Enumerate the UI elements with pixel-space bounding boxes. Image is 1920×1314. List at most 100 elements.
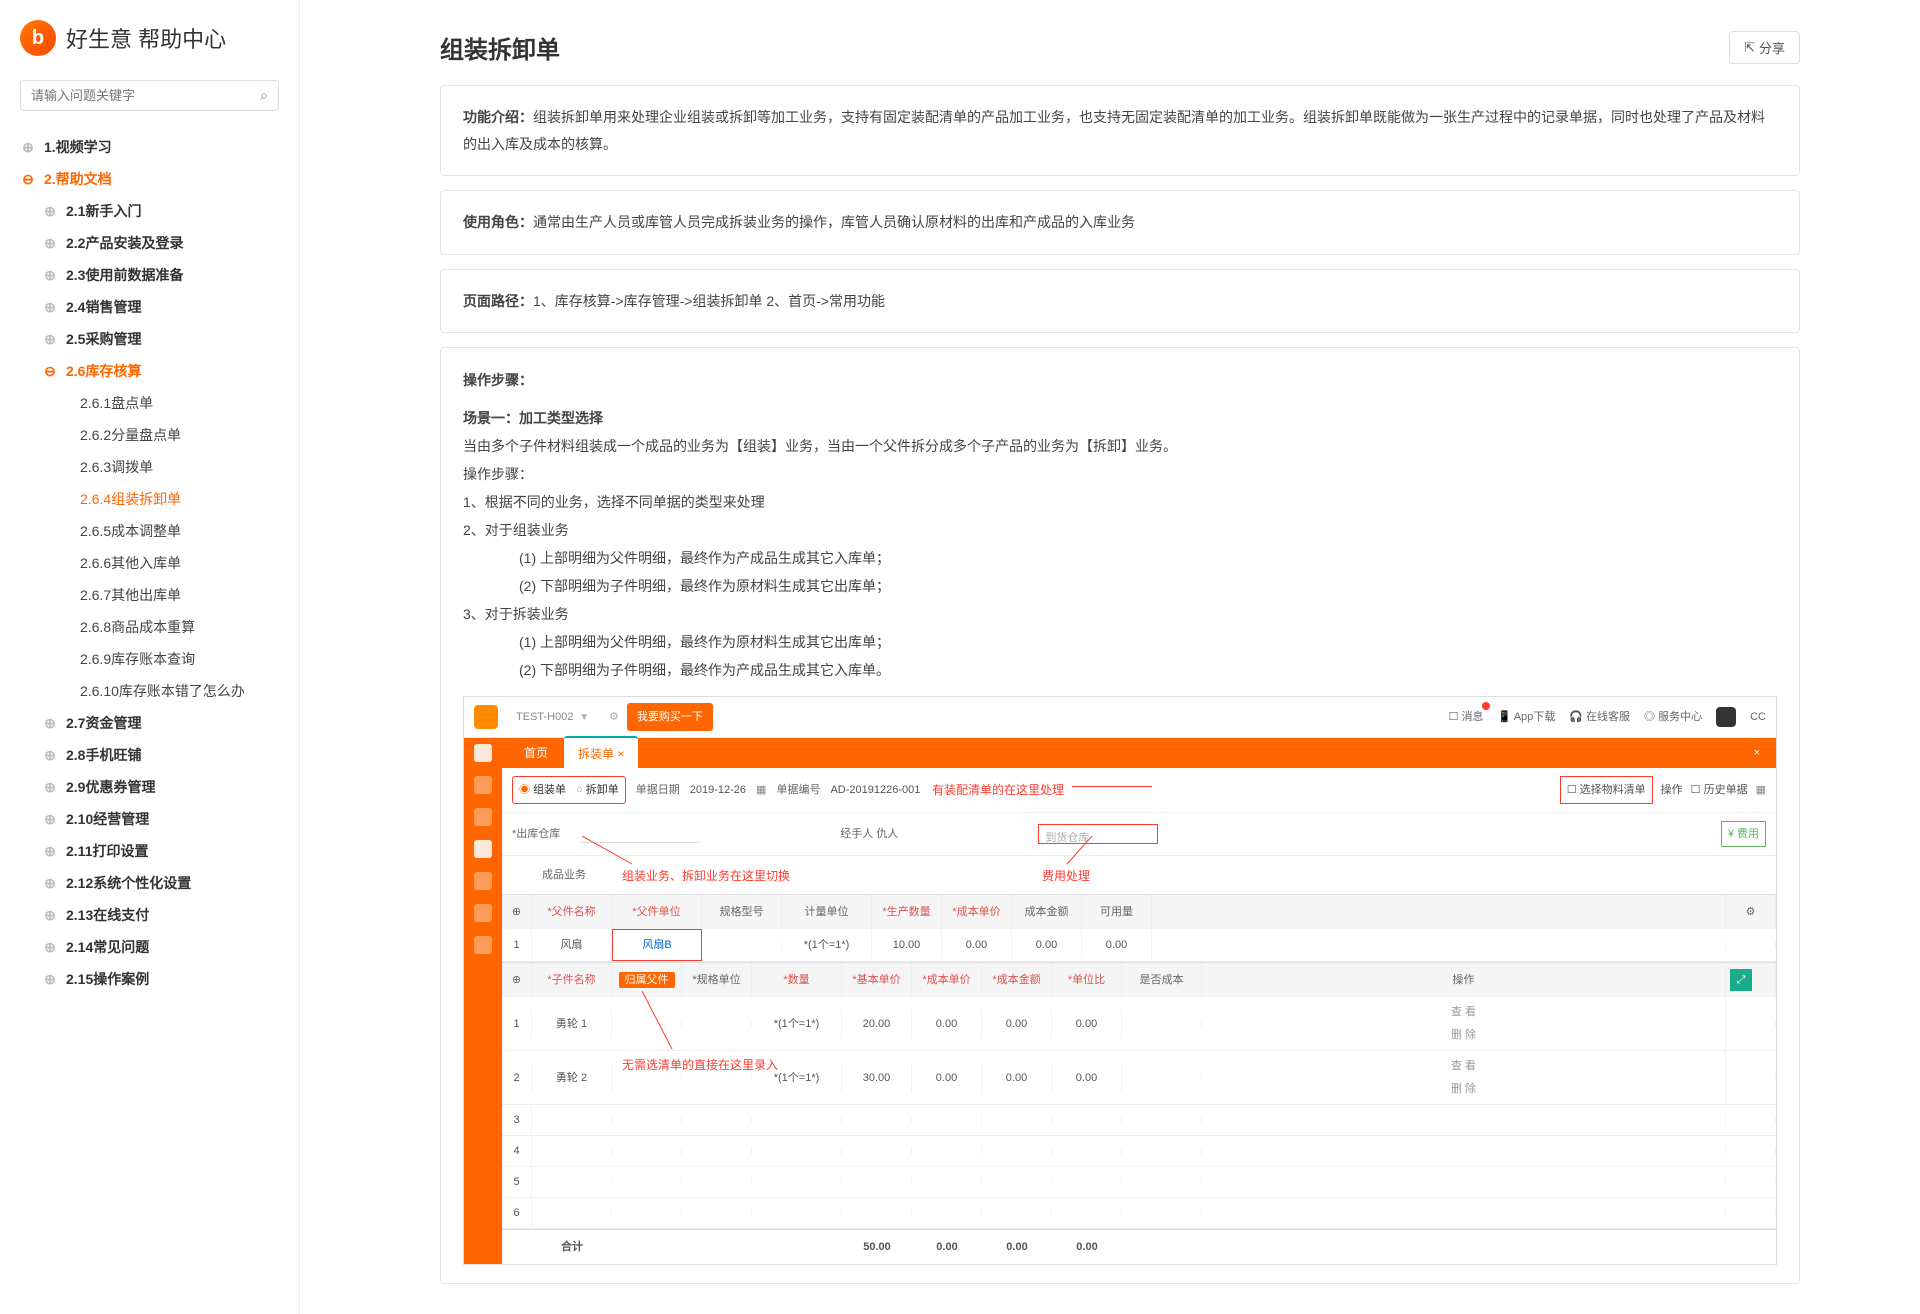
calendar-icon[interactable]: ▦	[756, 779, 766, 801]
th: *父件名称	[532, 895, 612, 929]
radio-assemble[interactable]: 组装单	[519, 779, 566, 801]
nav-2-13[interactable]: ⊕2.13在线支付	[20, 899, 279, 931]
bag-icon[interactable]	[474, 840, 492, 858]
table-row: 3	[502, 1105, 1776, 1136]
ss-tabs: 首页 拆装单 × ×	[502, 738, 1776, 768]
nav-2-6[interactable]: ⊖2.6库存核算	[20, 355, 279, 387]
arrow-icon	[1062, 836, 1102, 866]
role-text: 通常由生产人员或库管人员完成拆装业务的操作，库管人员确认原材料的出库和产成品的入…	[533, 214, 1135, 230]
nav-tree: ⊕1.视频学习 ⊖2.帮助文档 ⊕2.1新手入门 ⊕2.2产品安装及登录 ⊕2.…	[20, 131, 279, 995]
th: *生产数量	[872, 895, 942, 929]
nav-2-7[interactable]: ⊕2.7资金管理	[20, 707, 279, 739]
nav-2-6-8[interactable]: 2.6.8商品成本重算	[20, 611, 279, 643]
wallet-icon[interactable]	[474, 872, 492, 890]
nav-2-6-9[interactable]: 2.6.9库存账本查询	[20, 643, 279, 675]
cart-icon[interactable]	[474, 776, 492, 794]
annotation-fee: 费用处理	[1042, 864, 1090, 888]
brand: b 好生意 帮助中心	[20, 20, 279, 56]
ss-msg[interactable]: ☐ 消息	[1449, 706, 1484, 728]
th: 可用量	[1082, 895, 1152, 929]
steps-title: 操作步骤：	[463, 366, 1777, 394]
ss-code-value: AD-20191226-001	[830, 779, 920, 801]
radio-disassemble[interactable]: 拆卸单	[576, 779, 619, 801]
nav-2-6-7[interactable]: 2.6.7其他出库单	[20, 579, 279, 611]
share-button[interactable]: ⇱ 分享	[1729, 31, 1800, 64]
th: *单位比	[1052, 963, 1122, 997]
ss-handler: 经手人 仇人	[840, 823, 898, 845]
nav-docs[interactable]: ⊖2.帮助文档	[20, 163, 279, 195]
th: 是否成本	[1122, 963, 1202, 997]
intro-card: 功能介绍：组装拆卸单用来处理企业组装或拆卸等加工业务，支持有固定装配清单的产品加…	[440, 85, 1800, 176]
parent-unit-cell[interactable]: 风扇B	[612, 929, 702, 961]
nav-2-4[interactable]: ⊕2.4销售管理	[20, 291, 279, 323]
nav-2-6-3[interactable]: 2.6.3调拨单	[20, 451, 279, 483]
ss-child-table: ⊕ *子件名称 归属父件 *规格单位 *数量 *基本单价 *成本单价 *成本金额…	[502, 962, 1776, 1264]
nav-2-2[interactable]: ⊕2.2产品安装及登录	[20, 227, 279, 259]
ss-svc[interactable]: ◎ 服务中心	[1644, 706, 1702, 728]
th: 成本金额	[1012, 895, 1082, 929]
plus-icon: ⊕	[42, 235, 58, 251]
ss-help[interactable]: 🎧 在线客服	[1569, 706, 1630, 728]
report-icon[interactable]	[474, 936, 492, 954]
step-1: 1、根据不同的业务，选择不同单据的类型来处理	[463, 488, 1777, 516]
doc-icon[interactable]	[474, 904, 492, 922]
expand-icon[interactable]: ⤢	[1730, 969, 1752, 991]
nav-2-12[interactable]: ⊕2.12系统个性化设置	[20, 867, 279, 899]
nav-2-14[interactable]: ⊕2.14常见问题	[20, 931, 279, 963]
plus-icon: ⊕	[42, 971, 58, 987]
nav-2-6-6[interactable]: 2.6.6其他入库单	[20, 547, 279, 579]
plus-icon: ⊕	[42, 939, 58, 955]
ss-parent-table: ⊕ *父件名称 *父件单位 规格型号 计量单位 *生产数量 *成本单价 成本金额…	[502, 894, 1776, 962]
path-label: 页面路径：	[463, 293, 533, 309]
nav-2-1[interactable]: ⊕2.1新手入门	[20, 195, 279, 227]
ss-biz-label: 成品业务	[542, 864, 586, 886]
role-label: 使用角色：	[463, 214, 533, 230]
nav-2-5[interactable]: ⊕2.5采购管理	[20, 323, 279, 355]
th: *子件名称	[532, 963, 612, 997]
nav-2-10[interactable]: ⊕2.10经营管理	[20, 803, 279, 835]
step-2: 2、对于组装业务	[463, 516, 1777, 544]
ss-tab-home[interactable]: 首页	[510, 737, 562, 769]
search-box[interactable]: ⌕	[20, 80, 279, 111]
nav-2-6-4[interactable]: 2.6.4组装拆卸单	[20, 483, 279, 515]
ss-username: CC	[1750, 706, 1766, 728]
ss-pick-bom-button[interactable]: ☐ 选择物料清单	[1560, 776, 1653, 804]
nav-2-6-1[interactable]: 2.6.1盘点单	[20, 387, 279, 419]
close-icon[interactable]: ×	[1746, 742, 1768, 764]
ss-code-label: 单据编号	[776, 779, 820, 801]
ss-tenant: TEST-H002	[516, 706, 573, 728]
arrow-icon	[1072, 786, 1152, 787]
plus-icon: ⊕	[42, 875, 58, 891]
nav-2-9[interactable]: ⊕2.9优惠券管理	[20, 771, 279, 803]
ss-row-biz: 成品业务 组装业务、拆卸业务在这里切换 费用处理	[502, 856, 1776, 894]
scene-1-desc: 当由多个子件材料组装成一个成品的业务为【组装】业务，当由一个父件拆分成多个子产品…	[463, 432, 1777, 460]
nav-video[interactable]: ⊕1.视频学习	[20, 131, 279, 163]
nav-2-6-5[interactable]: 2.6.5成本调整单	[20, 515, 279, 547]
th: *基本单价	[842, 963, 912, 997]
home-icon[interactable]	[474, 744, 492, 762]
search-input[interactable]	[31, 88, 260, 103]
ss-buy-button[interactable]: 我要购买一下	[627, 703, 713, 731]
nav-2-6-10[interactable]: 2.6.10库存账本错了怎么办	[20, 675, 279, 707]
nav-2-3[interactable]: ⊕2.3使用前数据准备	[20, 259, 279, 291]
table-row: 4	[502, 1136, 1776, 1167]
nav-2-8[interactable]: ⊕2.8手机旺铺	[20, 739, 279, 771]
ss-op-button[interactable]: 操作	[1661, 779, 1683, 801]
ss-footer-row: 合计 50.00 0.00 0.00 0.00	[502, 1229, 1776, 1264]
th: 计量单位	[782, 895, 872, 929]
ss-app[interactable]: 📱 App下载	[1498, 706, 1556, 728]
annotation-direct-input: 无需选清单的直接在这里录入	[622, 1053, 778, 1077]
grid-icon[interactable]: ▦	[1756, 779, 1766, 801]
ss-fee-button[interactable]: ¥ 费用	[1721, 821, 1766, 847]
steps-card: 操作步骤： 场景一：加工类型选择 当由多个子件材料组装成一个成品的业务为【组装】…	[440, 347, 1800, 1284]
ss-type-radio[interactable]: 组装单 拆卸单	[512, 776, 626, 804]
box-icon[interactable]	[474, 808, 492, 826]
search-icon[interactable]: ⌕	[260, 87, 268, 104]
nav-2-15[interactable]: ⊕2.15操作案例	[20, 963, 279, 995]
ss-history-button[interactable]: ☐ 历史单据	[1691, 779, 1748, 801]
nav-2-11[interactable]: ⊕2.11打印设置	[20, 835, 279, 867]
ss-tab-active[interactable]: 拆装单 ×	[564, 736, 638, 770]
th: *成本单价	[912, 963, 982, 997]
avatar-icon[interactable]	[1716, 707, 1736, 727]
nav-2-6-2[interactable]: 2.6.2分量盘点单	[20, 419, 279, 451]
